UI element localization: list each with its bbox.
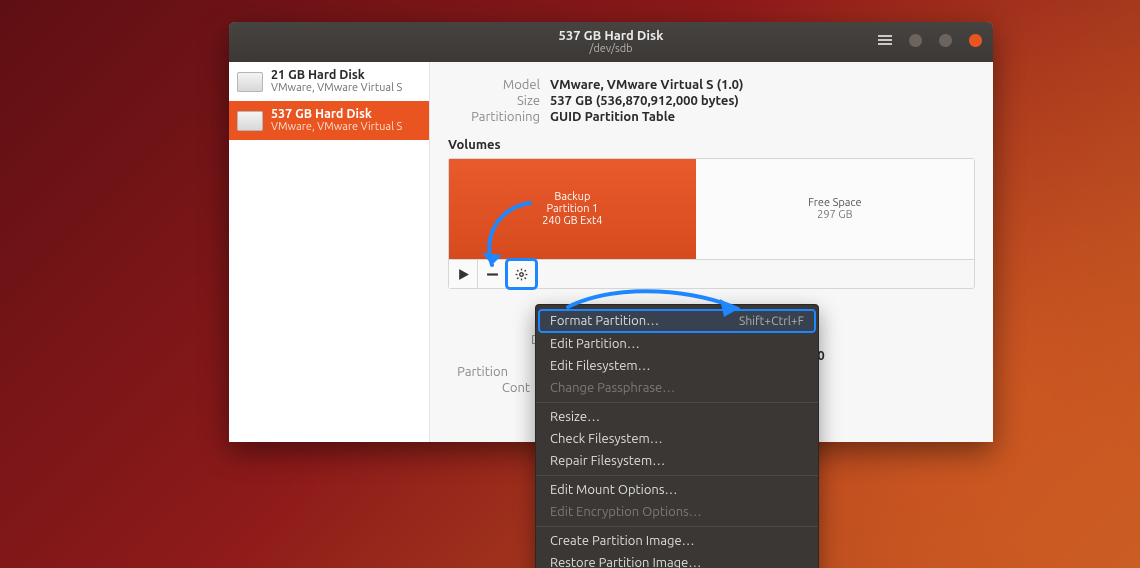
- window-title: 537 GB Hard Disk: [559, 29, 664, 43]
- menu-item[interactable]: Edit Filesystem…: [536, 355, 818, 377]
- delete-minus-button[interactable]: [478, 260, 507, 288]
- volume-free-space[interactable]: Free Space 297 GB: [696, 159, 974, 259]
- volumes-box: Backup Partition 1 240 GB Ext4 Free Spac…: [448, 158, 975, 289]
- menu-item-label: Restore Partition Image…: [550, 556, 701, 568]
- label-ptype: Partition: [448, 365, 508, 379]
- hard-disk-icon: [237, 72, 263, 92]
- label-contents: Cont: [470, 381, 530, 395]
- menu-item[interactable]: Repair Filesystem…: [536, 450, 818, 472]
- volume-name: Backup: [554, 191, 590, 203]
- titlebar[interactable]: 537 GB Hard Disk /dev/sdb: [229, 22, 993, 62]
- label-size2: [448, 301, 540, 315]
- disk-list-sidebar: 21 GB Hard Disk VMware, VMware Virtual S…: [229, 62, 430, 442]
- menu-item-label: Edit Mount Options…: [550, 483, 677, 497]
- value-model: VMware, VMware Virtual S (1.0): [550, 78, 744, 92]
- volume-line2: Partition 1: [547, 203, 599, 215]
- value-partitioning: GUID Partition Table: [550, 110, 675, 124]
- value-size: 537 GB (536,870,912,000 bytes): [550, 94, 739, 108]
- volumes-heading: Volumes: [448, 138, 975, 152]
- disk-name: 537 GB Hard Disk: [271, 107, 402, 121]
- menu-item[interactable]: Restore Partition Image…: [536, 552, 818, 568]
- menu-item: Edit Encryption Options…: [536, 501, 818, 523]
- hard-disk-icon: [237, 111, 263, 131]
- menu-item-label: Create Partition Image…: [550, 534, 695, 548]
- desktop-wallpaper: 537 GB Hard Disk /dev/sdb 21 GB Hard Dis…: [0, 0, 1140, 568]
- disk-list-item[interactable]: 537 GB Hard Disk VMware, VMware Virtual …: [229, 101, 429, 140]
- mount-play-button[interactable]: [449, 260, 478, 288]
- partition-context-menu: Format Partition… Shift+Ctrl+F Edit Partit…: [535, 304, 819, 568]
- label-size: Size: [448, 94, 540, 108]
- menu-item: Change Passphrase…: [536, 377, 818, 399]
- volume-toolbar: [449, 260, 974, 288]
- menu-item-label: Check Filesystem…: [550, 432, 663, 446]
- window-subtitle: /dev/sdb: [559, 43, 664, 55]
- menu-item[interactable]: Check Filesystem…: [536, 428, 818, 450]
- menu-item-label: Edit Encryption Options…: [550, 505, 702, 519]
- freespace-size: 297 GB: [817, 209, 852, 221]
- gear-button[interactable]: [507, 260, 536, 288]
- disk-sub: VMware, VMware Virtual S: [271, 121, 402, 134]
- menu-item[interactable]: Edit Partition…: [536, 333, 818, 355]
- disk-list-item[interactable]: 21 GB Hard Disk VMware, VMware Virtual S: [229, 62, 429, 101]
- menu-item-label: Edit Partition…: [550, 337, 640, 351]
- menu-item-accel: Shift+Ctrl+F: [739, 315, 804, 328]
- menu-item[interactable]: Create Partition Image…: [536, 530, 818, 552]
- close-button[interactable]: [963, 28, 987, 52]
- disk-sub: VMware, VMware Virtual S: [271, 82, 402, 95]
- menu-item-label: Edit Filesystem…: [550, 359, 651, 373]
- maximize-button[interactable]: [933, 28, 957, 52]
- hamburger-menu-button[interactable]: [873, 28, 897, 52]
- menu-item[interactable]: Format Partition… Shift+Ctrl+F: [539, 310, 815, 332]
- label-partitioning: Partitioning: [448, 110, 540, 124]
- menu-item-label: Change Passphrase…: [550, 381, 675, 395]
- minimize-button[interactable]: [903, 28, 927, 52]
- volume-line3: 240 GB Ext4: [542, 215, 602, 227]
- menu-item[interactable]: Edit Mount Options…: [536, 479, 818, 501]
- menu-item[interactable]: Resize…: [536, 406, 818, 428]
- menu-item-label: Repair Filesystem…: [550, 454, 665, 468]
- menu-item-label: Format Partition…: [550, 314, 659, 328]
- volume-strip: Backup Partition 1 240 GB Ext4 Free Spac…: [449, 159, 974, 260]
- label-device: D: [488, 333, 540, 347]
- label-model: Model: [448, 78, 540, 92]
- disk-name: 21 GB Hard Disk: [271, 68, 402, 82]
- volume-partition-1[interactable]: Backup Partition 1 240 GB Ext4: [449, 159, 696, 259]
- freespace-label: Free Space: [808, 197, 861, 209]
- menu-item-label: Resize…: [550, 410, 600, 424]
